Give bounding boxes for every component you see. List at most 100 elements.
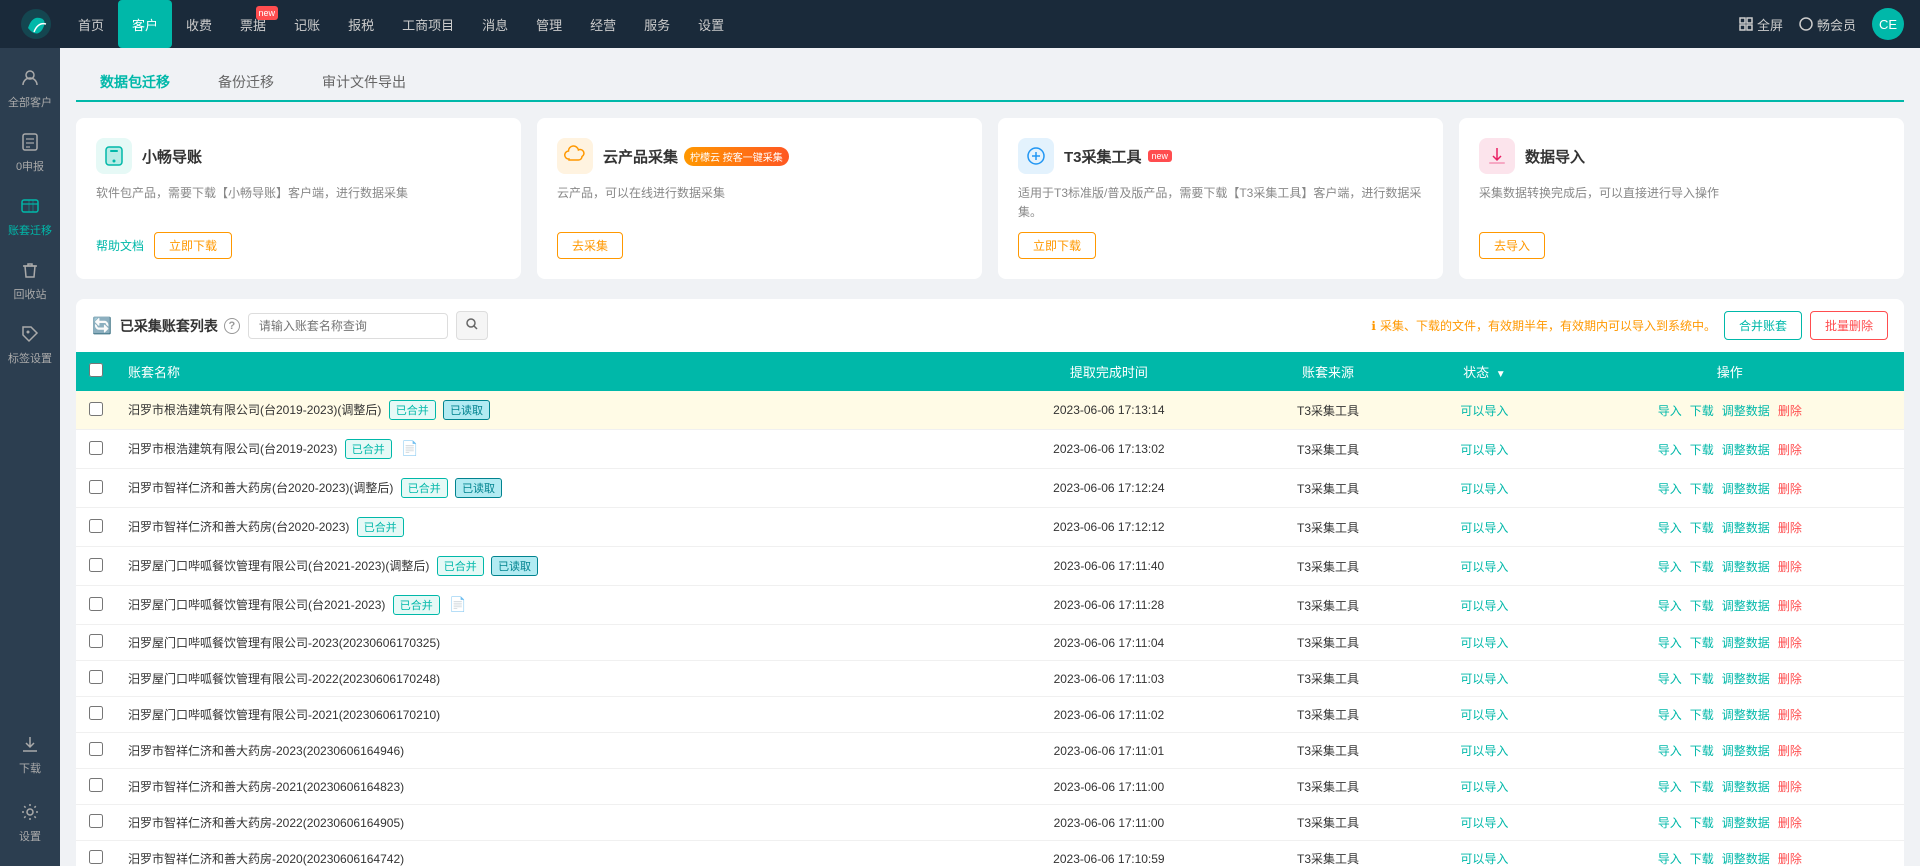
action-导入[interactable]: 导入 — [1654, 636, 1686, 650]
nav-settings[interactable]: 设置 — [684, 0, 738, 48]
nav-operation[interactable]: 经营 — [576, 0, 630, 48]
action-下载[interactable]: 下载 — [1686, 708, 1718, 722]
action-删除[interactable]: 删除 — [1774, 443, 1806, 457]
sidebar-item-download[interactable]: 下载 — [18, 722, 42, 786]
row-checkbox[interactable] — [89, 480, 103, 494]
action-调整数据[interactable]: 调整数据 — [1718, 560, 1774, 574]
action-调整数据[interactable]: 调整数据 — [1718, 816, 1774, 830]
xiaochang-download-button[interactable]: 立即下载 — [154, 232, 232, 259]
row-checkbox[interactable] — [89, 519, 103, 533]
action-下载[interactable]: 下载 — [1686, 560, 1718, 574]
fullscreen-button[interactable]: 全屏 — [1739, 15, 1783, 34]
action-调整数据[interactable]: 调整数据 — [1718, 780, 1774, 794]
action-导入[interactable]: 导入 — [1654, 560, 1686, 574]
action-调整数据[interactable]: 调整数据 — [1718, 482, 1774, 496]
row-checkbox-cell[interactable] — [76, 391, 116, 430]
tab-backup-migration[interactable]: 备份迁移 — [194, 64, 298, 102]
row-checkbox[interactable] — [89, 850, 103, 864]
action-删除[interactable]: 删除 — [1774, 560, 1806, 574]
action-导入[interactable]: 导入 — [1654, 404, 1686, 418]
action-删除[interactable]: 删除 — [1774, 852, 1806, 866]
action-删除[interactable]: 删除 — [1774, 672, 1806, 686]
sidebar-item-settings2[interactable]: 设置 — [18, 790, 42, 854]
sidebar-item-tag-settings[interactable]: 标签设置 — [0, 312, 60, 376]
action-删除[interactable]: 删除 — [1774, 636, 1806, 650]
action-下载[interactable]: 下载 — [1686, 482, 1718, 496]
action-下载[interactable]: 下载 — [1686, 404, 1718, 418]
action-导入[interactable]: 导入 — [1654, 708, 1686, 722]
nav-business[interactable]: 工商项目 — [388, 0, 468, 48]
row-checkbox-cell[interactable] — [76, 625, 116, 661]
action-调整数据[interactable]: 调整数据 — [1718, 636, 1774, 650]
nav-tax[interactable]: 报税 — [334, 0, 388, 48]
search-button[interactable] — [456, 311, 488, 340]
action-下载[interactable]: 下载 — [1686, 521, 1718, 535]
header-status[interactable]: 状态 ▼ — [1413, 352, 1556, 391]
row-checkbox[interactable] — [89, 742, 103, 756]
action-下载[interactable]: 下载 — [1686, 443, 1718, 457]
action-导入[interactable]: 导入 — [1654, 672, 1686, 686]
action-下载[interactable]: 下载 — [1686, 672, 1718, 686]
nav-home[interactable]: 首页 — [64, 0, 118, 48]
action-导入[interactable]: 导入 — [1654, 816, 1686, 830]
nav-customer[interactable]: 客户 — [118, 0, 172, 48]
help-icon[interactable]: ? — [224, 318, 240, 334]
action-删除[interactable]: 删除 — [1774, 816, 1806, 830]
action-删除[interactable]: 删除 — [1774, 708, 1806, 722]
action-调整数据[interactable]: 调整数据 — [1718, 599, 1774, 613]
action-调整数据[interactable]: 调整数据 — [1718, 708, 1774, 722]
row-checkbox-cell[interactable] — [76, 430, 116, 469]
sidebar-item-trash[interactable]: 回收站 — [0, 248, 60, 312]
row-checkbox-cell[interactable] — [76, 841, 116, 866]
row-checkbox[interactable] — [89, 778, 103, 792]
action-下载[interactable]: 下载 — [1686, 780, 1718, 794]
row-checkbox[interactable] — [89, 558, 103, 572]
row-checkbox-cell[interactable] — [76, 586, 116, 625]
dataimport-go-button[interactable]: 去导入 — [1479, 232, 1545, 259]
row-checkbox[interactable] — [89, 441, 103, 455]
batch-delete-button[interactable]: 批量删除 — [1810, 311, 1888, 340]
file-icon[interactable]: 📄 — [449, 596, 466, 612]
row-checkbox[interactable] — [89, 402, 103, 416]
user-avatar[interactable]: CE — [1872, 8, 1904, 40]
row-checkbox-cell[interactable] — [76, 769, 116, 805]
action-导入[interactable]: 导入 — [1654, 780, 1686, 794]
sidebar-item-all-customers[interactable]: 全部客户 — [0, 56, 60, 120]
row-checkbox-cell[interactable] — [76, 661, 116, 697]
action-下载[interactable]: 下载 — [1686, 599, 1718, 613]
nav-service[interactable]: 服务 — [630, 0, 684, 48]
action-下载[interactable]: 下载 — [1686, 636, 1718, 650]
action-删除[interactable]: 删除 — [1774, 599, 1806, 613]
yuncp-collect-button[interactable]: 去采集 — [557, 232, 623, 259]
nav-bookkeeping[interactable]: 记账 — [280, 0, 334, 48]
row-checkbox-cell[interactable] — [76, 805, 116, 841]
action-删除[interactable]: 删除 — [1774, 404, 1806, 418]
nav-manage[interactable]: 管理 — [522, 0, 576, 48]
action-删除[interactable]: 删除 — [1774, 780, 1806, 794]
tab-data-migration[interactable]: 数据包迁移 — [76, 64, 194, 102]
nav-invoice[interactable]: 票据new — [226, 0, 280, 48]
action-调整数据[interactable]: 调整数据 — [1718, 744, 1774, 758]
xiaochang-help-link[interactable]: 帮助文档 — [96, 237, 144, 254]
app-logo[interactable] — [16, 4, 56, 44]
action-下载[interactable]: 下载 — [1686, 744, 1718, 758]
sidebar-item-zero-report[interactable]: 0申报 — [0, 120, 60, 184]
action-调整数据[interactable]: 调整数据 — [1718, 521, 1774, 535]
action-导入[interactable]: 导入 — [1654, 443, 1686, 457]
refresh-icon[interactable]: 🔄 — [92, 316, 112, 336]
row-checkbox-cell[interactable] — [76, 547, 116, 586]
row-checkbox[interactable] — [89, 597, 103, 611]
file-icon[interactable]: 📄 — [401, 440, 418, 456]
row-checkbox[interactable] — [89, 814, 103, 828]
merge-accounts-button[interactable]: 合并账套 — [1724, 311, 1802, 340]
row-checkbox-cell[interactable] — [76, 697, 116, 733]
select-all-checkbox[interactable] — [89, 363, 103, 377]
header-checkbox[interactable] — [76, 352, 116, 391]
action-下载[interactable]: 下载 — [1686, 852, 1718, 866]
row-checkbox[interactable] — [89, 634, 103, 648]
nav-message[interactable]: 消息 — [468, 0, 522, 48]
action-导入[interactable]: 导入 — [1654, 744, 1686, 758]
vip-button[interactable]: 畅会员 — [1799, 15, 1856, 34]
action-调整数据[interactable]: 调整数据 — [1718, 404, 1774, 418]
action-下载[interactable]: 下载 — [1686, 816, 1718, 830]
